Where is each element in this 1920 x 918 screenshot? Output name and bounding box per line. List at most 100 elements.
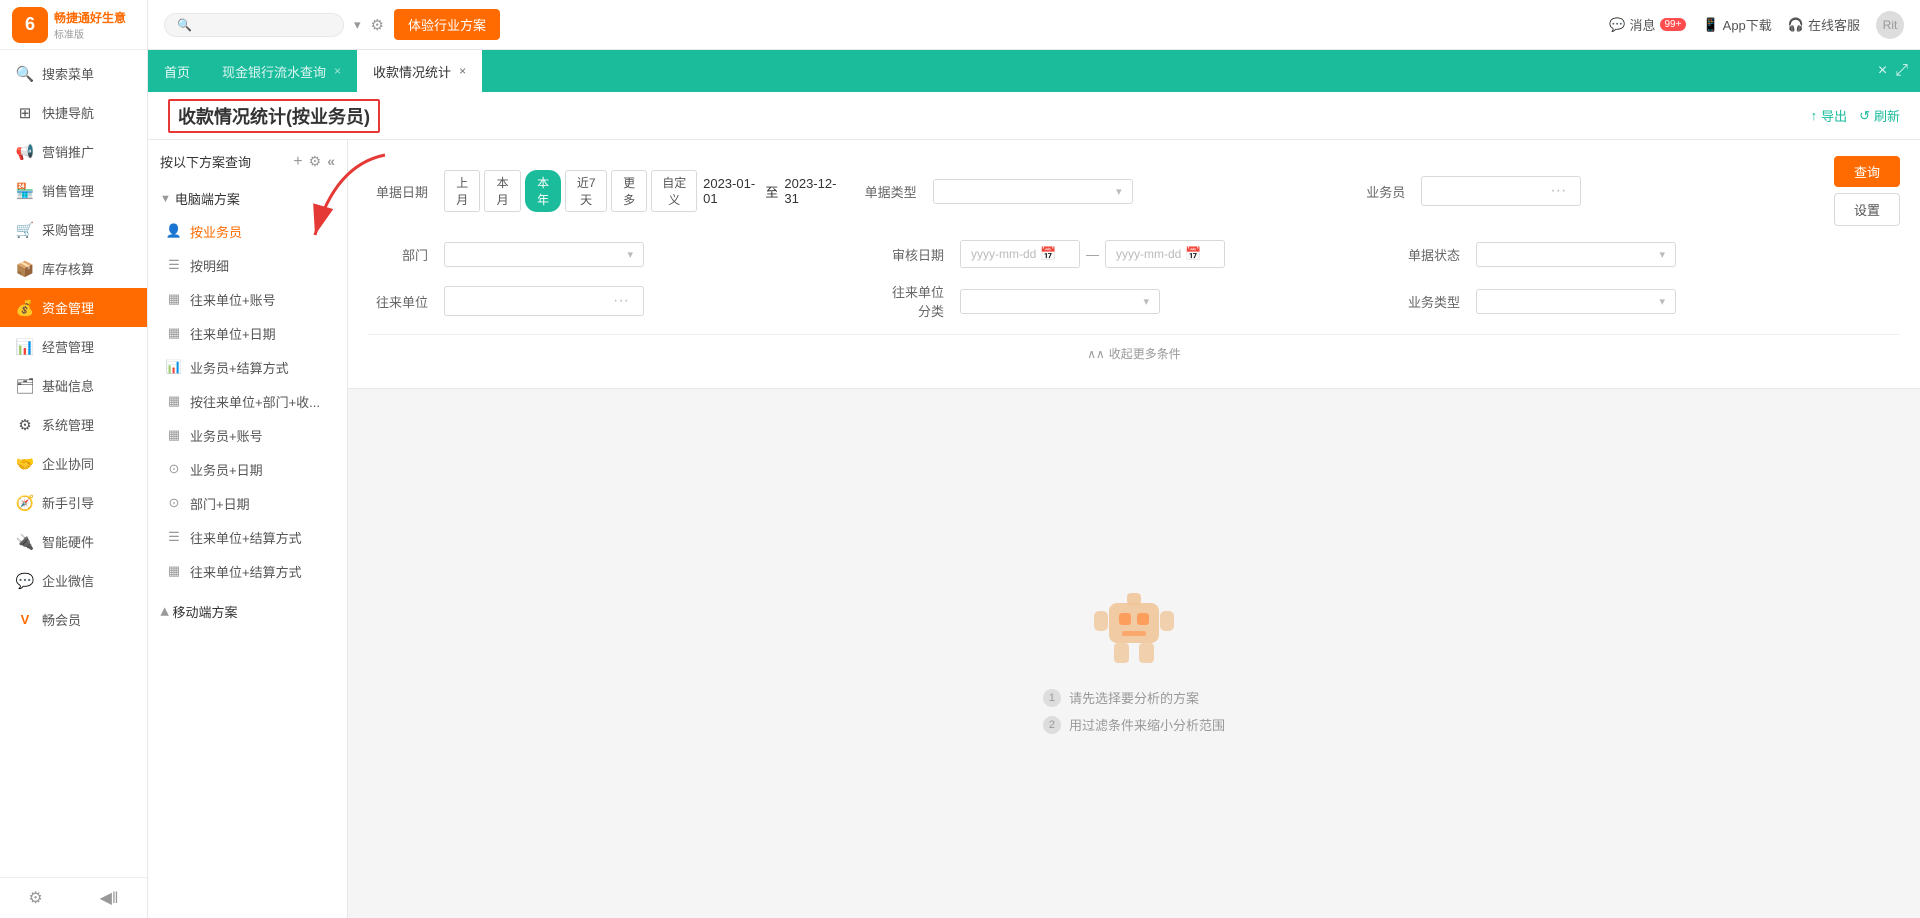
more-btn[interactable]: 更多 xyxy=(611,170,647,212)
sidebar: 6 畅捷通好生意 标准版 🔍 搜索菜单 ⊞ 快捷导航 📢 营销推广 🏪 销售管理… xyxy=(0,0,148,918)
partner-cat-select[interactable]: ▾ xyxy=(960,289,1160,314)
export-icon: ↑ xyxy=(1811,108,1818,123)
refresh-btn[interactable]: ↺ 刷新 xyxy=(1859,106,1900,125)
sidebar-label-quicknav: 快捷导航 xyxy=(42,103,94,122)
tab-bank[interactable]: 现金银行流水查询 × xyxy=(206,50,357,92)
dept-select[interactable]: ▾ xyxy=(444,242,644,267)
desktop-section-header[interactable]: ▼ 电脑端方案 xyxy=(148,183,347,214)
tree-item-label-by-detail: 按明细 xyxy=(190,256,229,275)
dept-chevron: ▾ xyxy=(627,248,633,261)
tabbar-close-btn[interactable]: × xyxy=(1878,62,1887,80)
voucher-type-select[interactable]: ▾ xyxy=(933,179,1133,204)
tab-home[interactable]: 首页 xyxy=(148,50,206,92)
tip-item-2: 2 用过滤条件来缩小分析范围 xyxy=(1043,715,1225,734)
tree-item-unit-payment2[interactable]: ▦ 往来单位+结算方式 xyxy=(148,554,347,588)
tabbar-expand-btn[interactable]: ⤢ xyxy=(1895,62,1908,80)
query-btn[interactable]: 查询 xyxy=(1834,156,1900,187)
sidebar-label-wechat: 企业微信 xyxy=(42,571,94,590)
tree-item-label-staff-date: 业务员+日期 xyxy=(190,460,263,479)
tip-num-2: 2 xyxy=(1043,716,1061,734)
this-month-btn[interactable]: 本月 xyxy=(484,170,520,212)
sidebar-item-enterprise[interactable]: 🤝 企业协同 xyxy=(0,444,147,483)
user-avatar-btn[interactable]: Rit xyxy=(1876,11,1904,39)
review-date-to[interactable]: yyyy-mm-dd 📅 xyxy=(1105,240,1225,268)
tree-item-unit-date[interactable]: ▦ 往来单位+日期 xyxy=(148,316,347,350)
review-date-from[interactable]: yyyy-mm-dd 📅 xyxy=(960,240,1080,268)
sidebar-item-quicknav[interactable]: ⊞ 快捷导航 xyxy=(0,93,147,132)
action-buttons: 查询 设置 xyxy=(1834,156,1900,226)
topbar-gear-icon[interactable]: ⚙ xyxy=(371,16,384,34)
partner-more-icon[interactable]: ··· xyxy=(609,292,633,310)
filter-row-date: 单据日期 上月 本月 本年 近7天 更多 自定义 2023-01-01 至 xyxy=(368,156,1900,226)
page-header: 收款情况统计(按业务员) ↑ 导出 ↺ 刷新 xyxy=(148,92,1920,140)
sidebar-label-system: 系统管理 xyxy=(42,415,94,434)
tree-item-label-staff-payment: 业务员+结算方式 xyxy=(190,358,289,377)
topbar-right: 💬 消息 99+ 📱 App下载 🎧 在线客服 Rit xyxy=(1609,11,1904,39)
sidebar-item-finance[interactable]: 💰 资金管理 xyxy=(0,288,147,327)
mobile-section-header[interactable]: ▶ 移动端方案 xyxy=(148,596,347,627)
tree-item-by-detail[interactable]: ☰ 按明细 xyxy=(148,248,347,282)
topbar-dropdown-icon[interactable]: ▾ xyxy=(354,17,361,33)
sidebar-item-inventory[interactable]: 📦 库存核算 xyxy=(0,249,147,288)
sidebar-item-marketing[interactable]: 📢 营销推广 xyxy=(0,132,147,171)
by-staff-icon: 👤 xyxy=(164,221,184,241)
sidebar-collapse-btn[interactable]: ◀‖ xyxy=(100,888,119,908)
mobile-section: ▶ 移动端方案 xyxy=(148,592,347,631)
tab-collection[interactable]: 收款情况统计 × xyxy=(357,50,482,92)
staff-more-icon[interactable]: ··· xyxy=(1546,182,1570,200)
online-service-btn[interactable]: 🎧 在线客服 xyxy=(1788,15,1860,34)
filter-row-dept: 部门 ▾ 审核日期 yyyy-mm-dd 📅 — xyxy=(368,240,1900,268)
tree-item-unit-account[interactable]: ▦ 往来单位+账号 xyxy=(148,282,347,316)
left-panel: 按以下方案查询 + ⚙ « ▼ 电脑端方案 👤 按业务员 ☰ xyxy=(148,140,348,918)
prev-month-btn[interactable]: 上月 xyxy=(444,170,480,212)
tree-item-label-staff-account: 业务员+账号 xyxy=(190,426,263,445)
sidebar-item-system[interactable]: ⚙ 系统管理 xyxy=(0,405,147,444)
tab-collection-label: 收款情况统计 xyxy=(373,62,451,81)
sidebar-item-guide[interactable]: 🧭 新手引导 xyxy=(0,483,147,522)
panel-settings-btn[interactable]: ⚙ xyxy=(309,153,322,171)
sidebar-item-operations[interactable]: 📊 经营管理 xyxy=(0,327,147,366)
custom-btn[interactable]: 自定义 xyxy=(651,170,697,212)
tab-collection-close[interactable]: × xyxy=(459,64,466,78)
voucher-status-select[interactable]: ▾ xyxy=(1476,242,1676,267)
topbar: 🔍 ▾ ⚙ 体验行业方案 💬 消息 99+ 📱 App下载 🎧 在线客服 Ri xyxy=(148,0,1920,50)
refresh-icon: ↺ xyxy=(1859,108,1870,124)
partner-select[interactable]: ··· xyxy=(444,286,644,316)
sidebar-item-search[interactable]: 🔍 搜索菜单 xyxy=(0,54,147,93)
trial-btn[interactable]: 体验行业方案 xyxy=(394,9,500,40)
sidebar-item-member[interactable]: V 畅会员 xyxy=(0,600,147,639)
settings-btn[interactable]: 设置 xyxy=(1834,193,1900,226)
sidebar-settings-btn[interactable]: ⚙ xyxy=(28,888,42,908)
tab-bank-close[interactable]: × xyxy=(334,64,341,78)
tree-item-by-staff[interactable]: 👤 按业务员 xyxy=(148,214,347,248)
this-year-btn[interactable]: 本年 xyxy=(525,170,561,212)
sidebar-nav: 🔍 搜索菜单 ⊞ 快捷导航 📢 营销推广 🏪 销售管理 🛒 采购管理 📦 库存核… xyxy=(0,50,147,877)
tree-item-unit-dept[interactable]: ▦ 按往来单位+部门+收... xyxy=(148,384,347,418)
sidebar-item-hardware[interactable]: 🔌 智能硬件 xyxy=(0,522,147,561)
last7-btn[interactable]: 近7天 xyxy=(565,170,607,212)
panel-collapse-btn[interactable]: « xyxy=(327,153,335,171)
biz-type-select[interactable]: ▾ xyxy=(1476,289,1676,314)
panel-add-btn[interactable]: + xyxy=(293,153,302,171)
sidebar-item-wechat[interactable]: 💬 企业微信 xyxy=(0,561,147,600)
topbar-search-box[interactable]: 🔍 xyxy=(164,13,344,37)
tree-item-staff-date[interactable]: ⊙ 业务员+日期 xyxy=(148,452,347,486)
tree-item-staff-payment[interactable]: 📊 业务员+结算方式 xyxy=(148,350,347,384)
app-download-btn[interactable]: 📱 App下载 xyxy=(1702,15,1771,34)
dept-date-icon: ⊙ xyxy=(164,493,184,513)
staff-select[interactable]: ··· xyxy=(1421,176,1581,206)
review-date-label: 审核日期 xyxy=(884,245,944,264)
tip-text-2: 用过滤条件来缩小分析范围 xyxy=(1069,715,1225,734)
tree-item-dept-date[interactable]: ⊙ 部门+日期 xyxy=(148,486,347,520)
tree-item-unit-payment1[interactable]: ☰ 往来单位+结算方式 xyxy=(148,520,347,554)
tree-item-staff-account[interactable]: ▦ 业务员+账号 xyxy=(148,418,347,452)
sidebar-item-purchase[interactable]: 🛒 采购管理 xyxy=(0,210,147,249)
collapse-bar[interactable]: ∧∧ 收起更多条件 xyxy=(368,334,1900,372)
unit-account-icon: ▦ xyxy=(164,289,184,309)
export-btn[interactable]: ↑ 导出 xyxy=(1811,106,1848,125)
tab-home-label: 首页 xyxy=(164,62,190,81)
messages-btn[interactable]: 💬 消息 99+ xyxy=(1609,15,1686,34)
sidebar-item-basic[interactable]: 🗂 基础信息 xyxy=(0,366,147,405)
partner-filter-label: 往来单位 xyxy=(368,292,428,311)
sidebar-item-sales[interactable]: 🏪 销售管理 xyxy=(0,171,147,210)
